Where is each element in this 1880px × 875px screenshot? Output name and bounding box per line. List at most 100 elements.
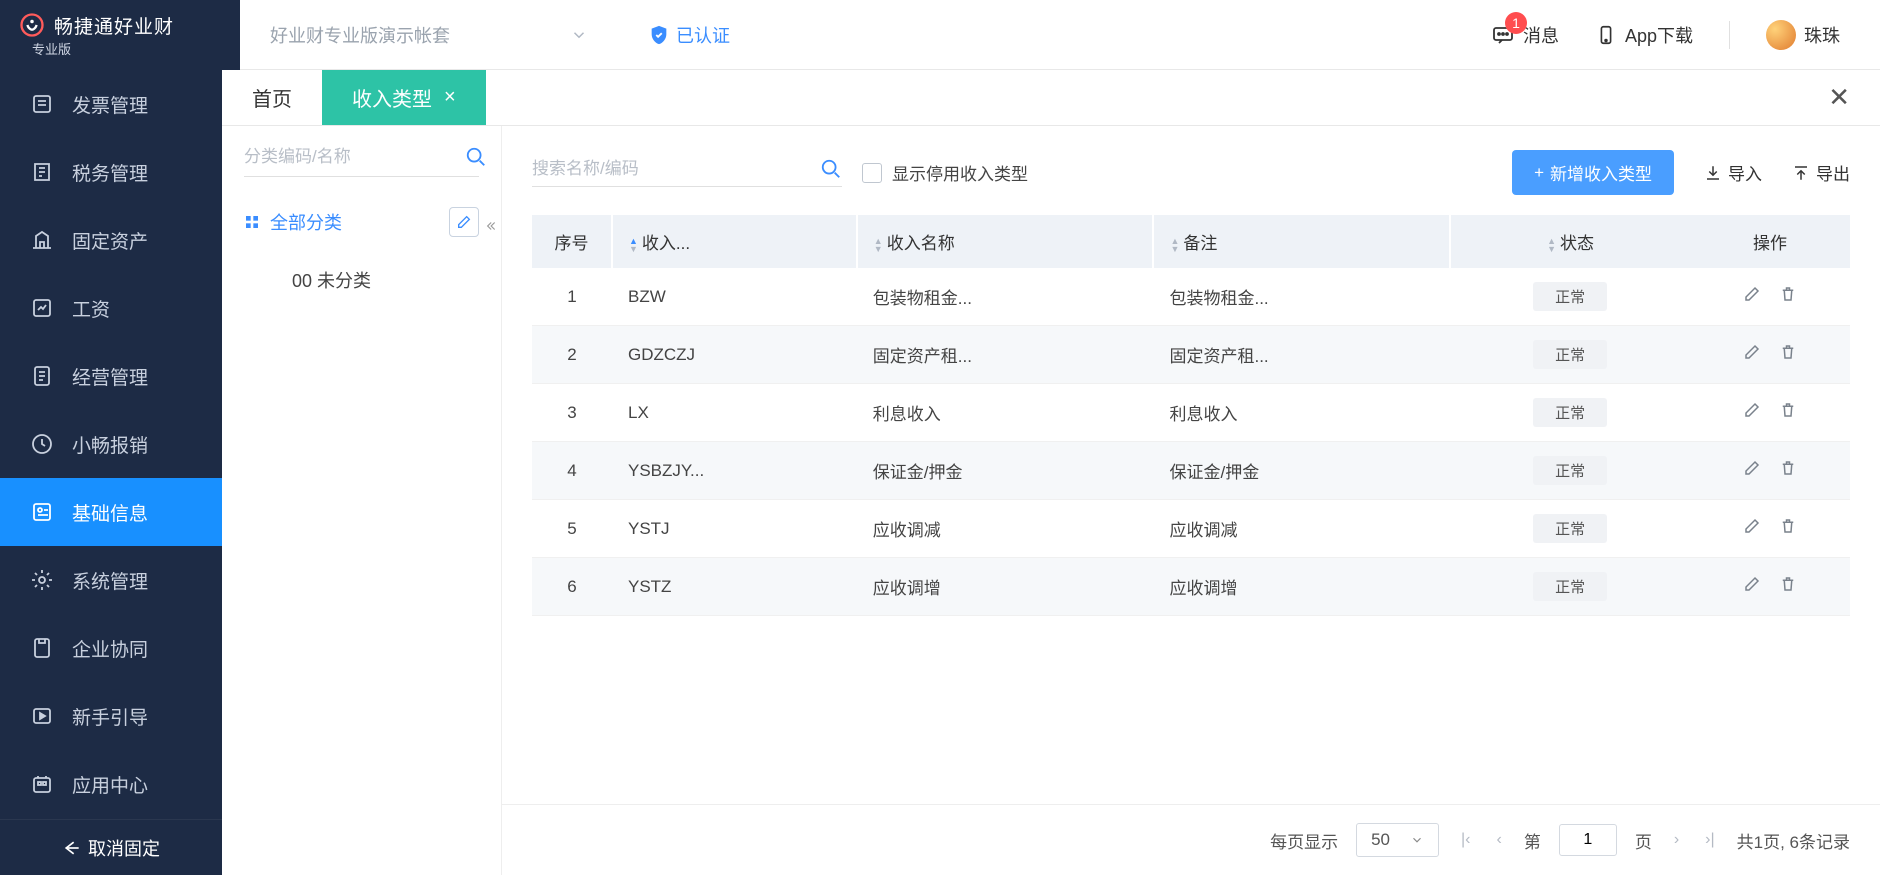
delete-row-button[interactable] bbox=[1779, 343, 1797, 361]
sidebar-item-0[interactable]: 发票管理 bbox=[0, 70, 222, 138]
next-page-button[interactable]: › bbox=[1670, 831, 1683, 849]
cell-name: 保证金/押金 bbox=[857, 442, 1154, 500]
col-status[interactable]: ▲▼状态 bbox=[1450, 215, 1690, 268]
close-icon[interactable]: × bbox=[444, 86, 456, 109]
collapse-panel-button[interactable] bbox=[478, 206, 502, 246]
unpin-button[interactable]: 取消固定 bbox=[0, 819, 222, 875]
cell-actions bbox=[1690, 442, 1850, 500]
category-search[interactable] bbox=[244, 146, 479, 177]
nav-icon bbox=[30, 160, 54, 184]
edit-row-button[interactable] bbox=[1743, 285, 1761, 303]
import-button[interactable]: 导入 bbox=[1704, 160, 1762, 185]
nav-icon bbox=[30, 432, 54, 456]
delete-row-button[interactable] bbox=[1779, 401, 1797, 419]
table-search[interactable] bbox=[532, 158, 842, 187]
sidebar-item-label: 系统管理 bbox=[72, 567, 148, 594]
delete-row-button[interactable] bbox=[1779, 575, 1797, 593]
cell-code: BZW bbox=[612, 268, 857, 326]
search-icon[interactable] bbox=[820, 158, 842, 180]
sidebar-item-6[interactable]: 基础信息 bbox=[0, 478, 222, 546]
sidebar-item-9[interactable]: 新手引导 bbox=[0, 682, 222, 750]
user-menu[interactable]: 珠珠 bbox=[1766, 20, 1840, 50]
tab-home[interactable]: 首页 bbox=[222, 70, 322, 125]
cell-code: YSTJ bbox=[612, 500, 857, 558]
sidebar-item-label: 新手引导 bbox=[72, 703, 148, 730]
export-label: 导出 bbox=[1816, 160, 1850, 185]
sidebar-item-label: 发票管理 bbox=[72, 91, 148, 118]
sidebar-item-1[interactable]: 税务管理 bbox=[0, 138, 222, 206]
col-code[interactable]: ▲▼收入... bbox=[612, 215, 857, 268]
search-icon[interactable] bbox=[465, 146, 487, 168]
edit-row-button[interactable] bbox=[1743, 343, 1761, 361]
tabs-bar: 首页 收入类型 × ✕ bbox=[222, 70, 1880, 126]
table-row: 3LX利息收入利息收入正常 bbox=[532, 384, 1850, 442]
edit-row-button[interactable] bbox=[1743, 459, 1761, 477]
account-selector[interactable]: 好业财专业版演示帐套 bbox=[270, 22, 588, 48]
sidebar-item-label: 税务管理 bbox=[72, 159, 148, 186]
all-categories[interactable]: 全部分类 bbox=[244, 209, 342, 235]
col-index[interactable]: 序号 bbox=[532, 215, 612, 268]
brand-title: 畅捷通好业财 bbox=[54, 12, 174, 39]
unpin-icon bbox=[62, 838, 82, 858]
grid-icon bbox=[244, 214, 260, 230]
sidebar-item-2[interactable]: 固定资产 bbox=[0, 206, 222, 274]
sidebar: 发票管理税务管理固定资产工资经营管理小畅报销基础信息系统管理企业协同新手引导应用… bbox=[0, 70, 222, 875]
col-remark[interactable]: ▲▼备注 bbox=[1153, 215, 1450, 268]
tab-home-label: 首页 bbox=[252, 83, 292, 112]
sidebar-item-3[interactable]: 工资 bbox=[0, 274, 222, 342]
nav-icon bbox=[30, 228, 54, 252]
sidebar-item-7[interactable]: 系统管理 bbox=[0, 546, 222, 614]
cell-name: 固定资产租... bbox=[857, 326, 1154, 384]
category-search-input[interactable] bbox=[244, 147, 465, 167]
toolbar: 显示停用收入类型 + 新增收入类型 导入 bbox=[502, 150, 1880, 215]
export-button[interactable]: 导出 bbox=[1792, 160, 1850, 185]
cell-code: YSBZJY... bbox=[612, 442, 857, 500]
category-panel: 全部分类 00 未分类 bbox=[222, 126, 502, 875]
sidebar-item-8[interactable]: 企业协同 bbox=[0, 614, 222, 682]
cell-name: 应收调增 bbox=[857, 558, 1154, 616]
cell-index: 4 bbox=[532, 442, 612, 500]
last-page-button[interactable]: ›| bbox=[1701, 831, 1718, 849]
sidebar-item-4[interactable]: 经营管理 bbox=[0, 342, 222, 410]
close-all-tabs-icon[interactable]: ✕ bbox=[1816, 82, 1862, 113]
cell-status: 正常 bbox=[1450, 500, 1690, 558]
edit-row-button[interactable] bbox=[1743, 517, 1761, 535]
sidebar-item-5[interactable]: 小畅报销 bbox=[0, 410, 222, 478]
add-income-type-button[interactable]: + 新增收入类型 bbox=[1512, 150, 1674, 195]
col-name[interactable]: ▲▼收入名称 bbox=[857, 215, 1154, 268]
chevron-down-icon bbox=[1410, 833, 1424, 847]
app-download-button[interactable]: App下载 bbox=[1595, 22, 1693, 48]
verified-badge: 已认证 bbox=[648, 22, 730, 48]
delete-row-button[interactable] bbox=[1779, 285, 1797, 303]
cell-actions bbox=[1690, 500, 1850, 558]
mobile-icon bbox=[1595, 24, 1617, 46]
first-page-button[interactable]: |‹ bbox=[1457, 831, 1474, 849]
show-disabled-checkbox[interactable]: 显示停用收入类型 bbox=[862, 160, 1028, 185]
edit-row-button[interactable] bbox=[1743, 401, 1761, 419]
status-badge: 正常 bbox=[1533, 456, 1607, 485]
app-header: 畅捷通好业财 专业版 好业财专业版演示帐套 已认证 1 消息 App下载 bbox=[0, 0, 1880, 70]
prev-page-button[interactable]: ‹ bbox=[1493, 831, 1506, 849]
page-input[interactable] bbox=[1559, 824, 1617, 856]
tab-income-type[interactable]: 收入类型 × bbox=[322, 70, 486, 125]
edit-category-button[interactable] bbox=[449, 207, 479, 237]
cell-remark: 固定资产租... bbox=[1153, 326, 1450, 384]
cell-status: 正常 bbox=[1450, 558, 1690, 616]
delete-row-button[interactable] bbox=[1779, 459, 1797, 477]
category-item[interactable]: 00 未分类 bbox=[222, 253, 501, 307]
delete-row-button[interactable] bbox=[1779, 517, 1797, 535]
all-categories-label: 全部分类 bbox=[270, 209, 342, 235]
cell-status: 正常 bbox=[1450, 384, 1690, 442]
table-row: 1BZW包装物租金...包装物租金...正常 bbox=[532, 268, 1850, 326]
sidebar-item-10[interactable]: 应用中心 bbox=[0, 750, 222, 818]
edit-row-button[interactable] bbox=[1743, 575, 1761, 593]
sidebar-item-label: 应用中心 bbox=[72, 771, 148, 798]
per-page-select[interactable]: 50 bbox=[1356, 823, 1439, 857]
sidebar-item-label: 企业协同 bbox=[72, 635, 148, 662]
nav-icon bbox=[30, 772, 54, 796]
status-badge: 正常 bbox=[1533, 340, 1607, 369]
table-search-input[interactable] bbox=[532, 159, 820, 179]
cell-remark: 包装物租金... bbox=[1153, 268, 1450, 326]
messages-button[interactable]: 1 消息 bbox=[1491, 22, 1559, 48]
cell-index: 5 bbox=[532, 500, 612, 558]
